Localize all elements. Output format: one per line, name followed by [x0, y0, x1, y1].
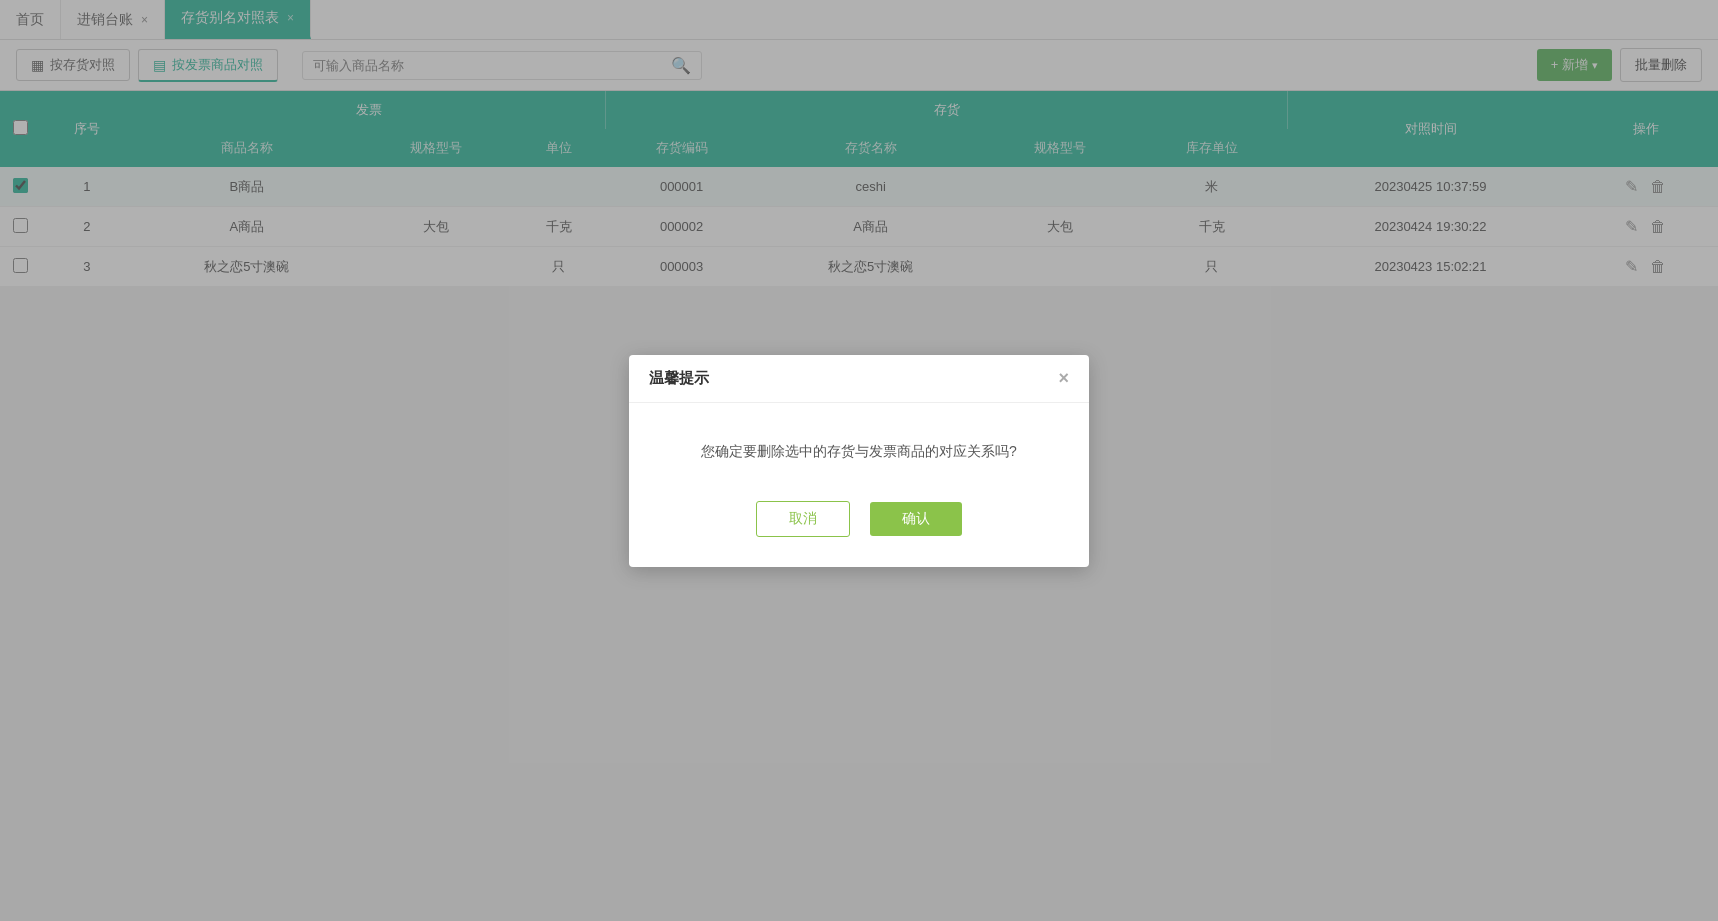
dialog-overlay: 温馨提示 × 您确定要删除选中的存货与发票商品的对应关系吗? 取消 确认 [0, 0, 1718, 287]
